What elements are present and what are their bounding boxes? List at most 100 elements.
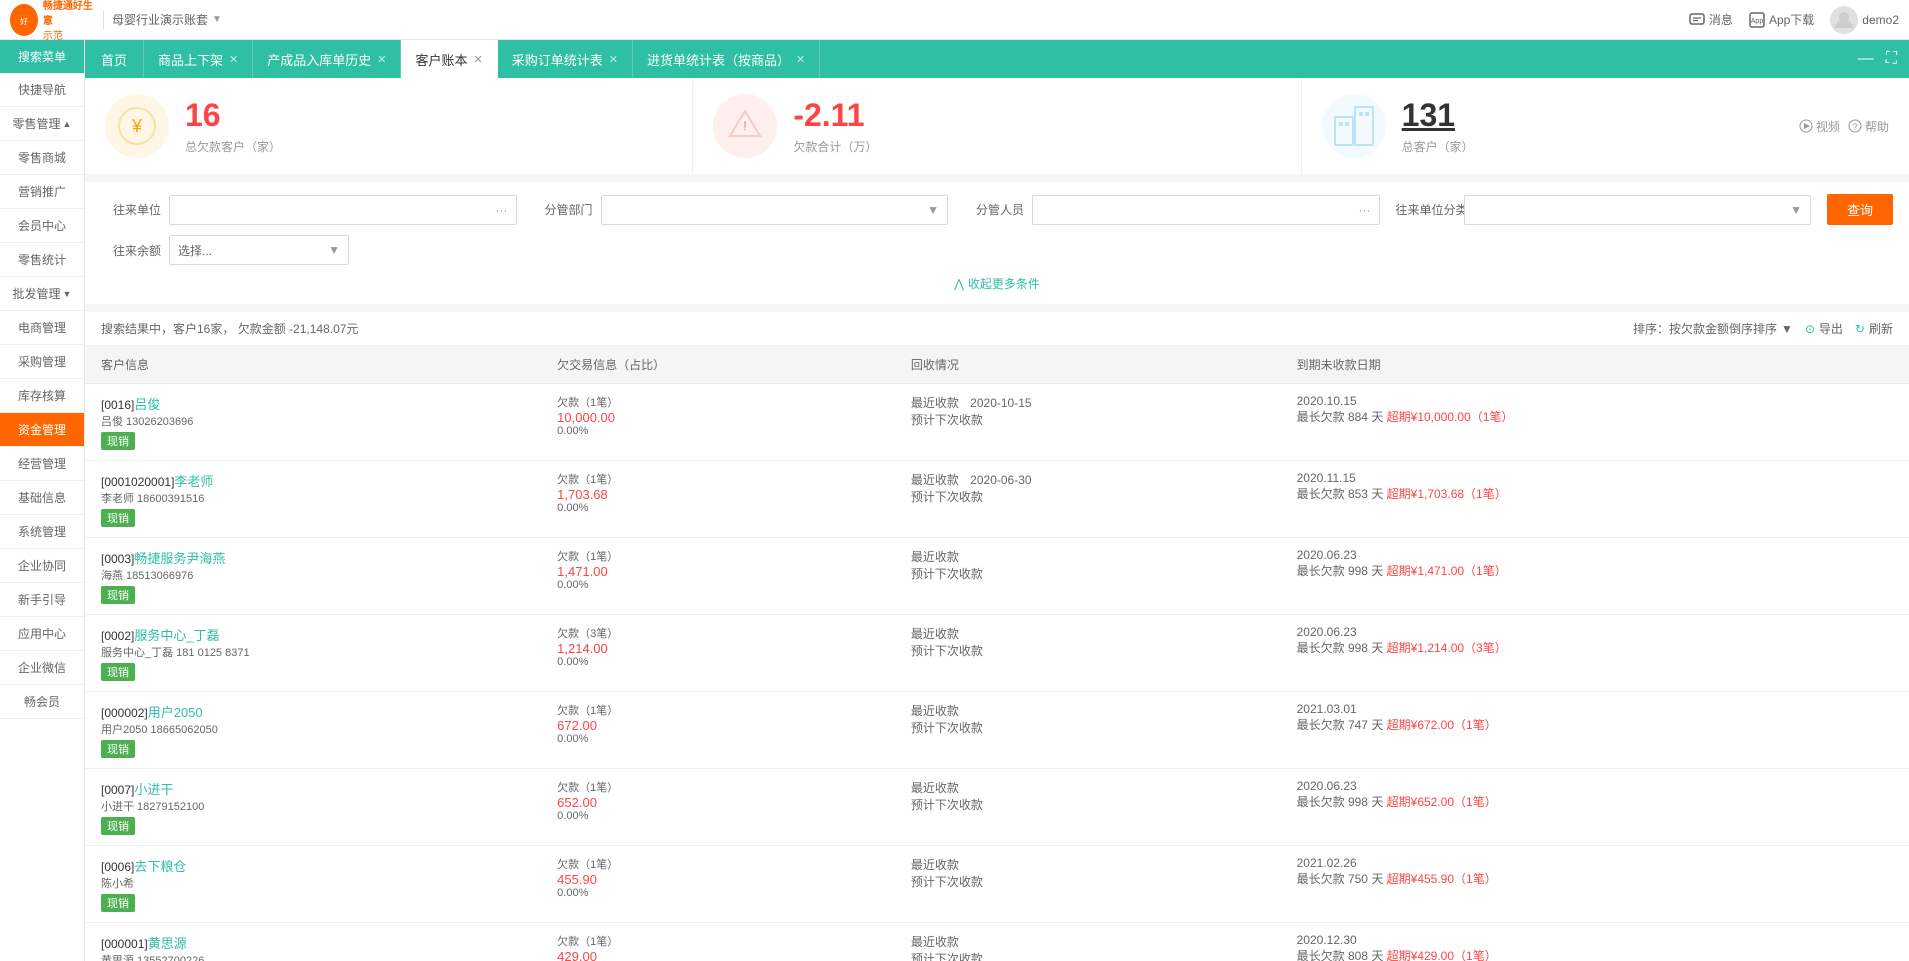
- tab-close-icon[interactable]: ✕: [377, 53, 386, 66]
- app-container: 好 畅捷通好生意 示范 母婴行业演示账套 ▼ 消息 App App下载: [0, 0, 1909, 961]
- customer-name-link[interactable]: 黄思源: [148, 936, 187, 951]
- sidebar-item-enterprise-wechat[interactable]: 企业微信: [0, 651, 84, 685]
- help-btn[interactable]: ? 帮助: [1848, 118, 1889, 135]
- refresh-btn[interactable]: ↻ 刷新: [1855, 320, 1893, 337]
- customer-name-link[interactable]: 畅捷服务尹海燕: [134, 551, 225, 566]
- stat-info-2: -2.11 欠款合计（万）: [793, 97, 877, 155]
- overdue-amount-link[interactable]: 超期¥672.00（1笔）: [1387, 718, 1497, 732]
- svg-text:¥: ¥: [131, 116, 143, 136]
- debt-amount[interactable]: 1,214.00: [557, 641, 879, 656]
- sidebar-item-retail-stats[interactable]: 零售统计: [0, 243, 84, 277]
- overdue-amount-link[interactable]: 超期¥429.00（1笔）: [1387, 949, 1497, 961]
- tab-close-icon[interactable]: ✕: [474, 53, 483, 66]
- stat-card-debt-total: ! -2.11 欠款合计（万）: [693, 78, 1301, 174]
- overdue-amount-link[interactable]: 超期¥455.90（1笔）: [1387, 872, 1497, 886]
- cell-debt-7: 欠款（1笔） 429.00 0.00%: [541, 923, 895, 961]
- sort-selector[interactable]: 排序：按欠款金额倒序排序 ▼: [1633, 320, 1793, 337]
- tab-product-onoff[interactable]: 商品上下架 ✕: [144, 40, 253, 78]
- filter-person-input[interactable]: ···: [1032, 195, 1380, 225]
- overdue-amount-link[interactable]: 超期¥1,214.00（3笔）: [1387, 641, 1507, 655]
- cell-debt-1: 欠款（1笔） 1,703.68 0.00%: [541, 461, 895, 538]
- sidebar-item-ecommerce[interactable]: 电商管理: [0, 311, 84, 345]
- sidebar-item-basic-info[interactable]: 基础信息: [0, 481, 84, 515]
- top-bar: 好 畅捷通好生意 示范 母婴行业演示账套 ▼ 消息 App App下载: [0, 0, 1909, 40]
- export-btn[interactable]: ⊙ 导出: [1805, 320, 1843, 337]
- sidebar-item-operation[interactable]: 经营管理: [0, 447, 84, 481]
- user-avatar[interactable]: demo2: [1830, 6, 1899, 34]
- tab-production-history[interactable]: 产成品入库单历史 ✕: [253, 40, 401, 78]
- tab-close-icon[interactable]: ✕: [796, 53, 805, 66]
- search-button[interactable]: 查询: [1827, 194, 1893, 225]
- sidebar-quick-nav[interactable]: 快捷导航: [0, 73, 84, 107]
- customer-badge: 现销: [101, 432, 135, 450]
- debt-amount[interactable]: 455.90: [557, 872, 879, 887]
- debt-amount[interactable]: 652.00: [557, 795, 879, 810]
- sort-label: 排序：按欠款金额倒序排序: [1633, 320, 1777, 337]
- debt-amount[interactable]: 10,000.00: [557, 410, 879, 425]
- tab-minimize-btn[interactable]: —: [1854, 48, 1878, 70]
- logo-icon: 好: [10, 4, 38, 36]
- sidebar-item-member[interactable]: 畅会员: [0, 685, 84, 719]
- sidebar-item-system[interactable]: 系统管理: [0, 515, 84, 549]
- overdue-amount-link[interactable]: 超期¥652.00（1笔）: [1387, 795, 1497, 809]
- page-content: ¥ 16 总欠款客户（家） !: [85, 78, 1909, 961]
- cell-customer-4: [000002]用户2050 用户2050 18665062050 现销: [85, 692, 541, 769]
- filter-person: 分管人员 ···: [964, 195, 1380, 225]
- customer-name-link[interactable]: 李老师: [174, 474, 213, 489]
- tab-close-icon[interactable]: ✕: [609, 53, 618, 66]
- sidebar-item-purchase[interactable]: 采购管理: [0, 345, 84, 379]
- overdue-amount-link[interactable]: 超期¥10,000.00（1笔）: [1387, 410, 1514, 424]
- app-download-btn[interactable]: App App下载: [1749, 11, 1814, 28]
- filter-partner-type-input[interactable]: ▼: [1464, 195, 1812, 225]
- debt-amount[interactable]: 429.00: [557, 949, 879, 961]
- col-collection: 回收情况: [895, 346, 1281, 384]
- debt-amount[interactable]: 672.00: [557, 718, 879, 733]
- filter-collapse-row: ⋀ 收起更多条件: [101, 275, 1893, 292]
- debt-amount[interactable]: 1,471.00: [557, 564, 879, 579]
- dept-arrow-icon: ▼: [927, 203, 939, 217]
- sidebar-search[interactable]: 搜索菜单: [0, 40, 84, 73]
- sidebar-item-wholesale[interactable]: 批发管理 ▼: [0, 277, 84, 311]
- filter-partner-label: 往来单位: [101, 201, 161, 218]
- sidebar: 搜索菜单 快捷导航 零售管理 ▲ 零售商城 营销推广 会员中心 零售统计 批发管…: [0, 40, 85, 961]
- tab-purchase-stats[interactable]: 采购订单统计表 ✕: [498, 40, 633, 78]
- col-debt-info: 欠交易信息（占比）: [541, 346, 895, 384]
- customer-name-link[interactable]: 服务中心_丁磊: [134, 628, 219, 643]
- customer-name-link[interactable]: 用户2050: [148, 705, 203, 720]
- filter-partner-input[interactable]: ···: [169, 195, 517, 225]
- customer-phone: 李老师 18600391516: [101, 490, 525, 506]
- sidebar-item-member-center[interactable]: 会员中心: [0, 209, 84, 243]
- overdue-amount-link[interactable]: 超期¥1,703.68（1笔）: [1387, 487, 1507, 501]
- sidebar-item-new-guide[interactable]: 新手引导: [0, 583, 84, 617]
- video-btn[interactable]: 视频: [1799, 118, 1840, 135]
- customer-name-link[interactable]: 吕俊: [134, 397, 160, 412]
- avatar-icon: [1830, 6, 1858, 34]
- sidebar-item-finance[interactable]: 资金管理: [0, 413, 84, 447]
- sidebar-item-inventory[interactable]: 库存核算: [0, 379, 84, 413]
- customer-phone: 黄思源 13552700226: [101, 952, 525, 961]
- customer-name-link[interactable]: 去下粮仓: [134, 859, 186, 874]
- cell-debt-5: 欠款（1笔） 652.00 0.00%: [541, 769, 895, 846]
- sidebar-item-retail-mgmt[interactable]: 零售管理 ▲: [0, 107, 84, 141]
- content-area: 首页 商品上下架 ✕ 产成品入库单历史 ✕ 客户账本 ✕ 采购订单统计表 ✕: [85, 40, 1909, 961]
- sidebar-item-retail-mall[interactable]: 零售商城: [0, 141, 84, 175]
- filter-dept-input[interactable]: ▼: [601, 195, 949, 225]
- stats-section: ¥ 16 总欠款客户（家） !: [85, 78, 1909, 174]
- debt-amount[interactable]: 1,703.68: [557, 487, 879, 502]
- message-btn[interactable]: 消息: [1689, 11, 1733, 28]
- sidebar-item-app-center[interactable]: 应用中心: [0, 617, 84, 651]
- industry-selector[interactable]: 母婴行业演示账套 ▼: [112, 11, 222, 28]
- stat-icon-2: !: [713, 94, 777, 158]
- tab-inbound-stats[interactable]: 进货单统计表（按商品） ✕: [633, 40, 820, 78]
- collapse-button[interactable]: ⋀ 收起更多条件: [954, 275, 1040, 292]
- customer-badge: 现销: [101, 663, 135, 681]
- sidebar-item-marketing[interactable]: 营销推广: [0, 175, 84, 209]
- tab-home[interactable]: 首页: [85, 40, 144, 78]
- tab-close-icon[interactable]: ✕: [229, 53, 238, 66]
- sidebar-item-enterprise-collab[interactable]: 企业协同: [0, 549, 84, 583]
- tab-maximize-btn[interactable]: ⛶: [1882, 48, 1901, 70]
- overdue-amount-link[interactable]: 超期¥1,471.00（1笔）: [1387, 564, 1507, 578]
- filter-balance-select[interactable]: 选择... ▼: [169, 235, 349, 265]
- tab-customer-account[interactable]: 客户账本 ✕: [401, 40, 497, 78]
- customer-name-link[interactable]: 小进干: [134, 782, 173, 797]
